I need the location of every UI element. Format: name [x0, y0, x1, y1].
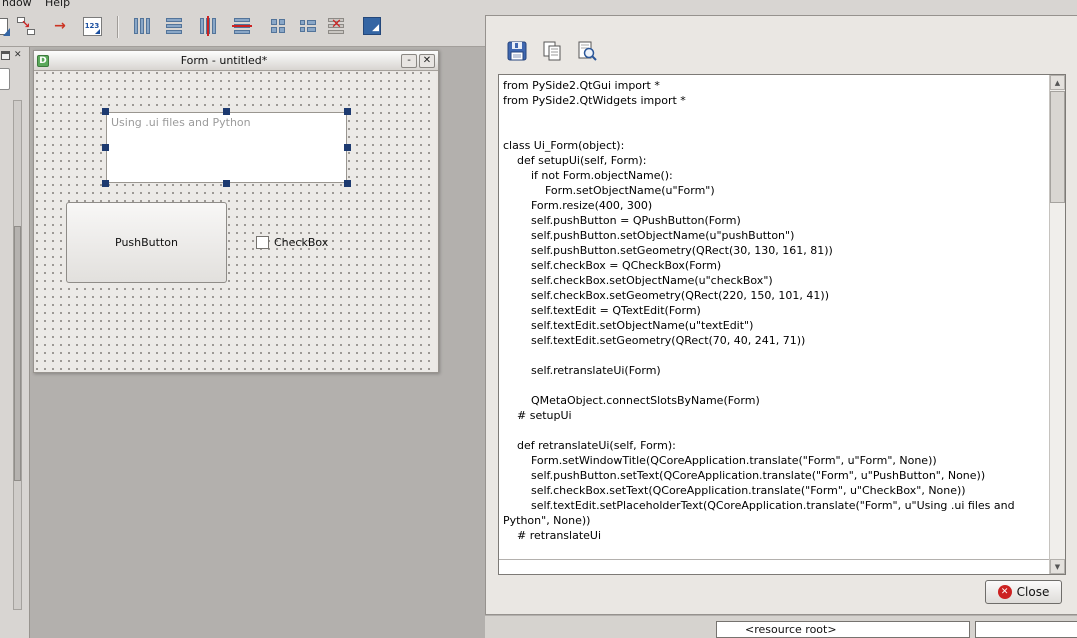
copy-icon[interactable] [539, 38, 565, 64]
layout-vertical-icon[interactable] [162, 14, 186, 38]
selection-handle-top-middle[interactable] [223, 108, 230, 115]
textedit-placeholder-area[interactable] [106, 112, 347, 183]
selection-handle-top-right[interactable] [344, 108, 351, 115]
close-red-x-icon: ✕ [998, 585, 1012, 599]
selection-handle-top-left[interactable] [102, 108, 109, 115]
dock-close-icon[interactable]: ✕ [14, 51, 22, 60]
layout-splitter-horizontal-icon[interactable] [196, 14, 220, 38]
form-layout-icon [300, 20, 316, 32]
edit-buddies-icon[interactable]: → [48, 14, 72, 38]
close-button[interactable]: ✕ Close [985, 580, 1062, 604]
qt-designer-window: ndow Help ↘ → 123 [0, 0, 1077, 638]
widgetbox-scrollbar[interactable] [13, 100, 22, 610]
adjust-size-icon[interactable]: ◢ [360, 14, 384, 38]
view-code-dialog: from PySide2.QtGui import * from PySide2… [485, 15, 1077, 615]
checkbox-widget[interactable]: CheckBox [256, 222, 357, 263]
resize-arrow-icon: ◢ [363, 17, 381, 35]
code-dialog-toolbar [504, 38, 600, 64]
menu-help[interactable]: Help [45, 0, 70, 9]
textedit-widget[interactable] [106, 112, 347, 183]
broken-bars-icon: ✕ [328, 18, 344, 34]
resource-root-item[interactable]: <resource root> [716, 621, 970, 638]
horizontal-bars-icon [166, 18, 182, 34]
form-close-button[interactable]: ✕ [419, 54, 435, 68]
form-window-icon: D [37, 55, 49, 67]
dock-titlebar: ✕ [1, 51, 22, 60]
menu-window[interactable]: ndow [2, 0, 32, 9]
save-icon[interactable] [504, 38, 530, 64]
toolbar-separator [117, 16, 119, 38]
edit-widgets-icon[interactable] [0, 14, 12, 38]
widgetbox-filter-input[interactable] [0, 68, 10, 90]
widget-b-icon [27, 29, 35, 35]
layout-horizontal-icon[interactable] [130, 14, 154, 38]
grid-icon [271, 19, 285, 33]
widget-page-icon [0, 18, 8, 35]
buddy-arrow-icon: → [54, 18, 66, 34]
layout-splitter-vertical-icon[interactable] [230, 14, 254, 38]
splitter-h-icon [200, 18, 216, 34]
scroll-down-icon[interactable]: ▼ [1050, 559, 1065, 574]
form-canvas[interactable]: PushButton CheckBox [36, 72, 436, 372]
form-designer-window: D Form - untitled* - ✕ PushButton [33, 50, 439, 373]
form-window-title: Form - untitled* [49, 54, 399, 67]
pushbutton-widget[interactable]: PushButton [66, 202, 227, 283]
form-titlebar[interactable]: D Form - untitled* - ✕ [34, 51, 438, 71]
generated-code-text[interactable]: from PySide2.QtGui import * from PySide2… [503, 78, 1049, 558]
find-icon[interactable] [574, 38, 600, 64]
tab-order-123-icon: 123 [83, 17, 102, 36]
code-view: from PySide2.QtGui import * from PySide2… [498, 74, 1066, 575]
scroll-up-icon[interactable]: ▲ [1050, 75, 1065, 90]
resource-detail-box[interactable] [975, 621, 1077, 638]
dock-float-icon[interactable] [1, 51, 10, 60]
form-minimize-button[interactable]: - [401, 54, 417, 68]
checkbox-box-icon[interactable] [256, 236, 269, 249]
signal-slot-icon: ↘ [17, 17, 35, 35]
left-dock-panel: ✕ [0, 47, 30, 638]
code-vscrollbar-thumb[interactable] [1050, 91, 1065, 203]
selection-handle-bottom-left[interactable] [102, 180, 109, 187]
code-vscrollbar[interactable]: ▲ ▼ [1049, 75, 1065, 574]
code-hscrollbar-edge [499, 559, 1049, 560]
close-button-label: Close [1017, 585, 1050, 599]
selection-handle-bottom-middle[interactable] [223, 180, 230, 187]
layout-form-icon[interactable] [296, 14, 320, 38]
splitter-v-icon [234, 18, 250, 34]
widgetbox-scrollbar-thumb[interactable] [14, 226, 21, 481]
checkbox-label: CheckBox [274, 236, 328, 249]
break-layout-icon[interactable]: ✕ [324, 14, 348, 38]
red-x-icon: ✕ [331, 17, 342, 32]
edit-signals-slots-icon[interactable]: ↘ [14, 14, 38, 38]
edit-tab-order-icon[interactable]: 123 [80, 14, 104, 38]
selection-handle-middle-left[interactable] [102, 144, 109, 151]
selection-handle-middle-right[interactable] [344, 144, 351, 151]
layout-grid-icon[interactable] [266, 14, 290, 38]
vertical-bars-icon [134, 18, 150, 34]
selection-handle-bottom-right[interactable] [344, 180, 351, 187]
